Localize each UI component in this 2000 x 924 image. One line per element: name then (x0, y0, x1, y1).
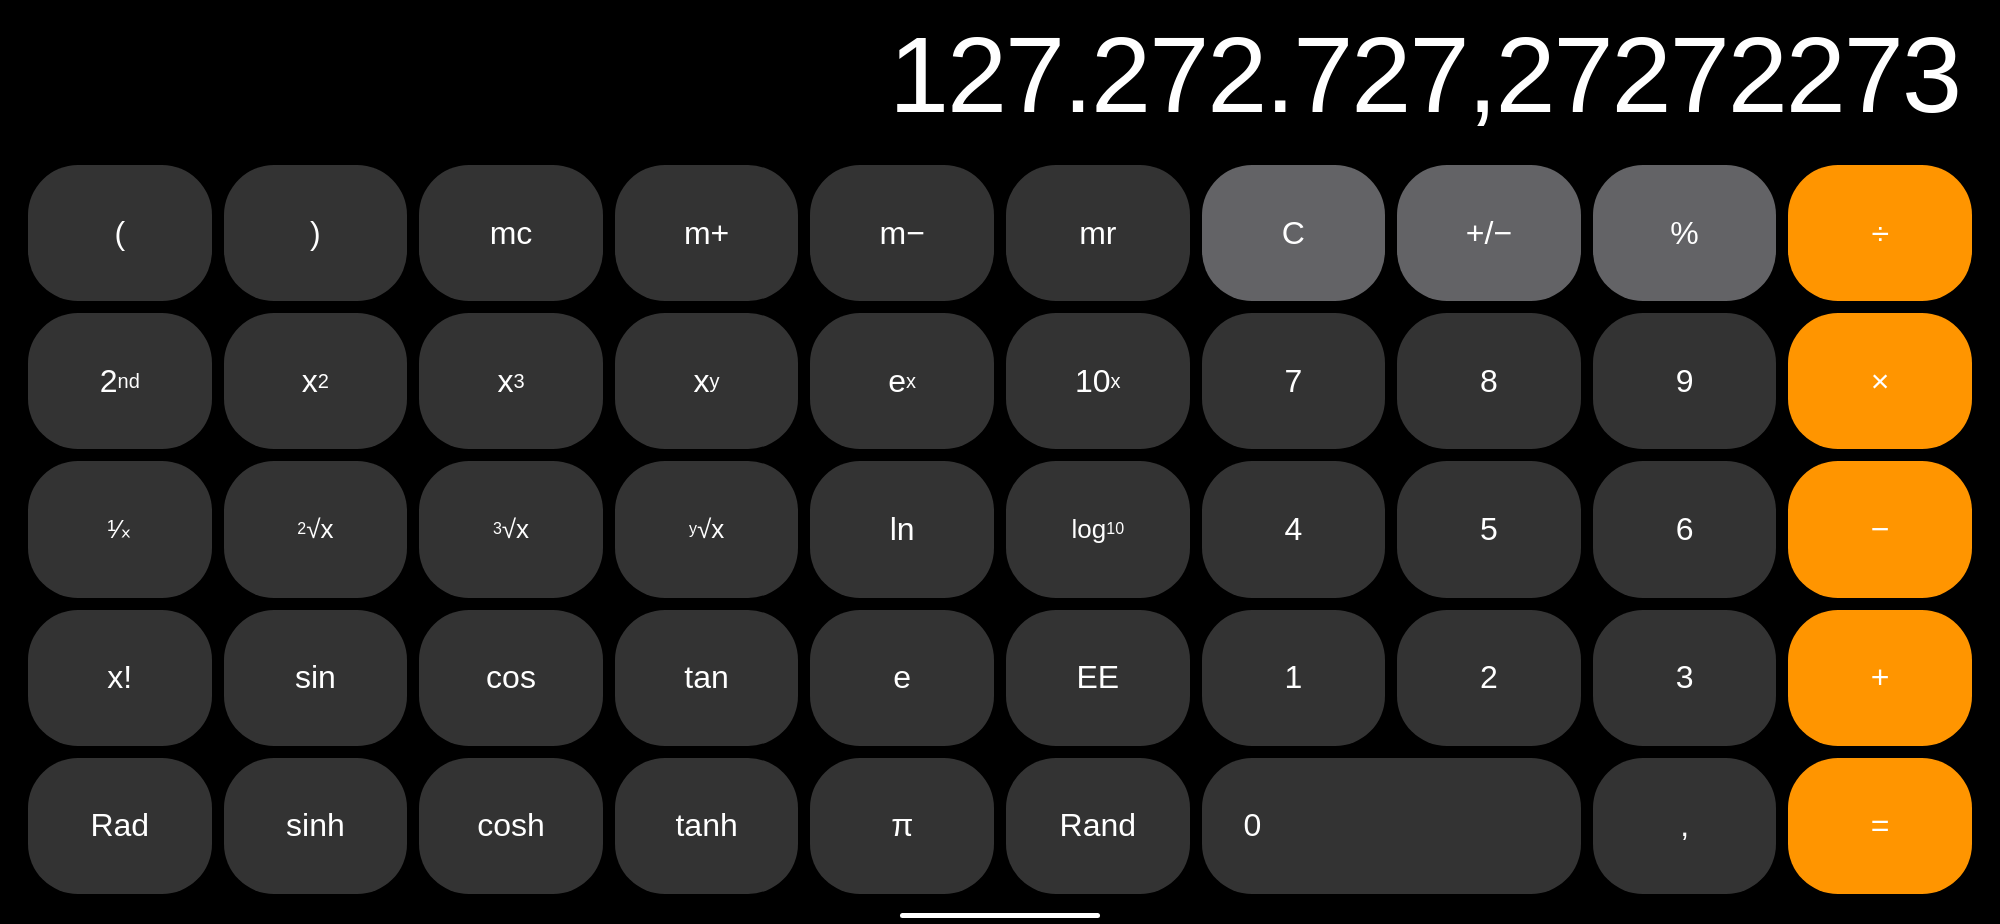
2-button[interactable]: 2 (1397, 610, 1581, 746)
ee-button[interactable]: EE (1006, 610, 1190, 746)
e-button[interactable]: e (810, 610, 994, 746)
display-area: 127.272.727,27272273 (0, 0, 2000, 155)
tanh-button[interactable]: tanh (615, 758, 799, 894)
10-x-button[interactable]: 10x (1006, 313, 1190, 449)
x-cubed-button[interactable]: x3 (419, 313, 603, 449)
6-button[interactable]: 6 (1593, 461, 1777, 597)
equals-button[interactable]: = (1788, 758, 1972, 894)
subtract-button[interactable]: − (1788, 461, 1972, 597)
calculator-grid: ( ) mc m+ m− mr C +/− % ÷ 2nd x2 x3 xy e… (0, 155, 2000, 924)
plus-minus-button[interactable]: +/− (1397, 165, 1581, 301)
1-x-button[interactable]: ¹⁄ₓ (28, 461, 212, 597)
4-button[interactable]: 4 (1202, 461, 1386, 597)
9-button[interactable]: 9 (1593, 313, 1777, 449)
mc-button[interactable]: mc (419, 165, 603, 301)
m-minus-button[interactable]: m− (810, 165, 994, 301)
5-button[interactable]: 5 (1397, 461, 1581, 597)
7-button[interactable]: 7 (1202, 313, 1386, 449)
multiply-button[interactable]: × (1788, 313, 1972, 449)
2-sqrt-button[interactable]: 2√x (224, 461, 408, 597)
close-paren-button[interactable]: ) (224, 165, 408, 301)
display-value: 127.272.727,27272273 (889, 12, 1960, 137)
comma-button[interactable]: , (1593, 758, 1777, 894)
3-button[interactable]: 3 (1593, 610, 1777, 746)
sin-button[interactable]: sin (224, 610, 408, 746)
rand-button[interactable]: Rand (1006, 758, 1190, 894)
percent-button[interactable]: % (1593, 165, 1777, 301)
home-indicator (900, 913, 1100, 918)
8-button[interactable]: 8 (1397, 313, 1581, 449)
y-sqrt-button[interactable]: y√x (615, 461, 799, 597)
cosh-button[interactable]: cosh (419, 758, 603, 894)
sinh-button[interactable]: sinh (224, 758, 408, 894)
x-squared-button[interactable]: x2 (224, 313, 408, 449)
tan-button[interactable]: tan (615, 610, 799, 746)
e-x-button[interactable]: ex (810, 313, 994, 449)
m-plus-button[interactable]: m+ (615, 165, 799, 301)
0-button[interactable]: 0 (1202, 758, 1581, 894)
rad-button[interactable]: Rad (28, 758, 212, 894)
ln-button[interactable]: ln (810, 461, 994, 597)
add-button[interactable]: + (1788, 610, 1972, 746)
3-sqrt-button[interactable]: 3√x (419, 461, 603, 597)
clear-button[interactable]: C (1202, 165, 1386, 301)
mr-button[interactable]: mr (1006, 165, 1190, 301)
2nd-button[interactable]: 2nd (28, 313, 212, 449)
factorial-button[interactable]: x! (28, 610, 212, 746)
open-paren-button[interactable]: ( (28, 165, 212, 301)
cos-button[interactable]: cos (419, 610, 603, 746)
1-button[interactable]: 1 (1202, 610, 1386, 746)
divide-button[interactable]: ÷ (1788, 165, 1972, 301)
pi-button[interactable]: π (810, 758, 994, 894)
log10-button[interactable]: log10 (1006, 461, 1190, 597)
x-y-button[interactable]: xy (615, 313, 799, 449)
